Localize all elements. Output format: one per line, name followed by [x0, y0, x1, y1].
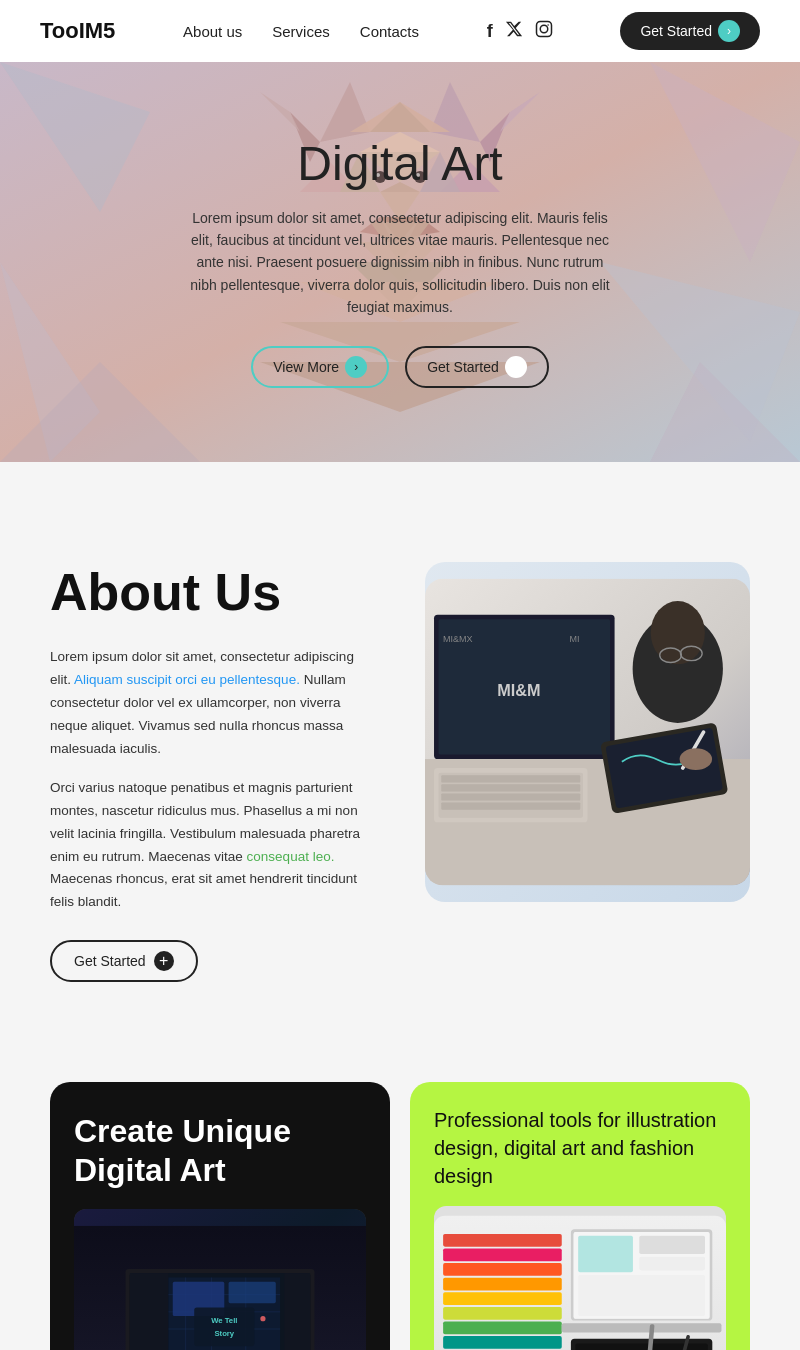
green-card-title: Professional tools for illustration desi… [434, 1106, 726, 1190]
svg-point-82 [260, 1316, 265, 1321]
nav-link-services[interactable]: Services [272, 23, 330, 40]
about-text: About Us Lorem ipsum dolor sit amet, con… [50, 562, 375, 982]
svg-point-58 [680, 748, 713, 770]
hero-title: Digital Art [190, 136, 610, 191]
svg-rect-51 [441, 793, 580, 800]
svg-point-54 [651, 601, 705, 664]
svg-text:Story: Story [214, 1329, 234, 1338]
cards-section: Create Unique Digital Art [0, 1082, 800, 1350]
hero-buttons: View More › Get Started › [190, 346, 610, 388]
green-card-image [434, 1206, 726, 1350]
about-title: About Us [50, 562, 375, 622]
svg-rect-105 [578, 1236, 633, 1273]
svg-rect-106 [639, 1236, 705, 1254]
nav-cta-arrow-icon: › [718, 20, 740, 42]
color-tools-svg [434, 1206, 726, 1350]
laptop-svg: We Tell Story [74, 1209, 366, 1350]
svg-rect-79 [194, 1308, 254, 1347]
svg-rect-91 [443, 1249, 562, 1262]
nav-logo: TooIM5 [40, 18, 115, 44]
laptop-screen: We Tell Story [74, 1209, 366, 1350]
facebook-icon[interactable]: f [487, 21, 493, 42]
twitter-icon[interactable] [505, 20, 523, 43]
dark-card-image: We Tell Story [74, 1209, 366, 1350]
svg-point-2 [547, 24, 549, 26]
svg-rect-90 [443, 1234, 562, 1247]
nav-social: f [487, 20, 553, 43]
nav-links: About us Services Contacts [183, 23, 419, 40]
svg-rect-95 [443, 1307, 562, 1320]
svg-text:MI&MX: MI&MX [443, 634, 473, 644]
section-gap-1 [0, 462, 800, 502]
svg-rect-67 [130, 1273, 169, 1350]
hero-section: Digital Art Lorem ipsum dolor sit amet, … [0, 62, 800, 462]
svg-rect-109 [562, 1324, 722, 1333]
section-gap-2 [0, 1042, 800, 1082]
about-section: About Us Lorem ipsum dolor sit amet, con… [0, 502, 800, 1042]
svg-rect-108 [578, 1275, 705, 1316]
about-photo-svg: MI&MX MI MI&M [425, 562, 750, 902]
svg-rect-96 [443, 1322, 562, 1335]
about-image: MI&MX MI MI&M [425, 562, 750, 902]
svg-rect-0 [536, 21, 551, 36]
hero-content: Digital Art Lorem ipsum dolor sit amet, … [170, 136, 630, 389]
view-more-button[interactable]: View More › [251, 346, 389, 388]
svg-rect-78 [229, 1282, 276, 1303]
hero-get-started-label: Get Started [427, 359, 499, 375]
about-cta-label: Get Started [74, 953, 146, 969]
nav-link-about[interactable]: About us [183, 23, 242, 40]
nav-get-started-button[interactable]: Get Started › [620, 12, 760, 50]
view-more-label: View More [273, 359, 339, 375]
about-para-1: Lorem ipsum dolor sit amet, consectetur … [50, 646, 375, 761]
nav-link-contacts[interactable]: Contacts [360, 23, 419, 40]
svg-rect-97 [443, 1336, 562, 1349]
dark-card-title: Create Unique Digital Art [74, 1112, 366, 1189]
svg-rect-49 [441, 775, 580, 782]
about-get-started-button[interactable]: Get Started + [50, 940, 198, 982]
svg-rect-92 [443, 1263, 562, 1276]
svg-rect-52 [441, 802, 580, 809]
svg-rect-94 [443, 1293, 562, 1306]
about-para-2: Orci varius natoque penatibus et magnis … [50, 777, 375, 915]
hero-description: Lorem ipsum dolor sit amet, consectetur … [190, 207, 610, 319]
navbar: TooIM5 About us Services Contacts f Get … [0, 0, 800, 62]
green-card: Professional tools for illustration desi… [410, 1082, 750, 1350]
svg-rect-93 [443, 1278, 562, 1291]
nav-cta-label: Get Started [640, 23, 712, 39]
svg-text:MI&M: MI&M [497, 681, 540, 699]
about-photo: MI&MX MI MI&M [425, 562, 750, 902]
hero-get-started-button[interactable]: Get Started › [405, 346, 549, 388]
svg-point-1 [540, 25, 548, 33]
hero-get-started-arrow-icon: › [505, 356, 527, 378]
svg-text:MI: MI [569, 634, 579, 644]
plus-icon: + [154, 951, 174, 971]
svg-rect-68 [284, 1273, 310, 1350]
view-more-arrow-icon: › [345, 356, 367, 378]
instagram-icon[interactable] [535, 20, 553, 43]
svg-rect-107 [639, 1257, 705, 1271]
svg-text:We Tell: We Tell [211, 1316, 237, 1325]
svg-rect-50 [441, 784, 580, 791]
dark-card: Create Unique Digital Art [50, 1082, 390, 1350]
